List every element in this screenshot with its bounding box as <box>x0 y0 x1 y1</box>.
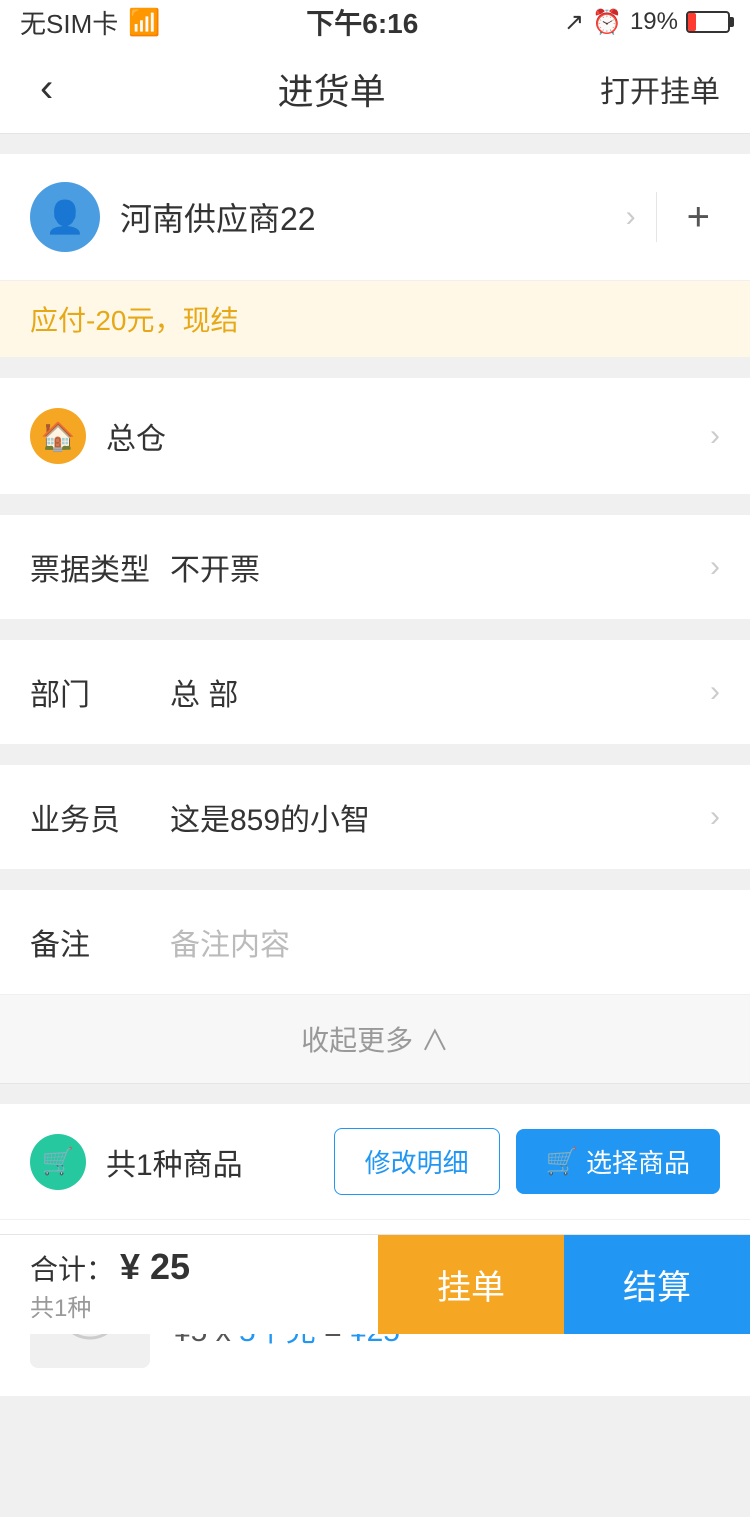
avatar-icon: 👤 <box>45 198 85 236</box>
supplier-row[interactable]: 👤 河南供应商22 › + <box>0 154 750 281</box>
select-product-label: 选择商品 <box>586 1143 690 1180</box>
status-left: 无SIM卡 📶 <box>20 4 161 41</box>
supplier-section: 👤 河南供应商22 › + 应付-20元，现结 <box>0 154 750 358</box>
products-count: 共1种商品 <box>106 1140 334 1184</box>
bottom-spacer <box>0 1397 750 1517</box>
total-label: 合计： <box>30 1248 114 1288</box>
warehouse-row[interactable]: 🏠 总仓 › <box>0 378 750 495</box>
gap-1 <box>0 134 750 154</box>
checkout-button[interactable]: 结算 <box>564 1235 750 1334</box>
alarm-icon: ⏰ <box>592 8 622 37</box>
salesperson-section: 业务员 这是859的小智 › <box>0 765 750 870</box>
total-amount: ¥ 25 <box>120 1246 190 1288</box>
department-section: 部门 总 部 › <box>0 640 750 745</box>
suspend-button[interactable]: 挂单 <box>378 1235 564 1334</box>
battery-percent: 19% <box>630 8 678 36</box>
supplier-name: 河南供应商22 <box>120 194 626 240</box>
gap-7 <box>0 1084 750 1104</box>
open-pending-button[interactable]: 打开挂单 <box>600 67 720 111</box>
invoice-value: 不开票 <box>170 545 710 589</box>
department-label: 部门 <box>30 670 170 714</box>
collapse-button[interactable]: 收起更多 ∧ <box>0 995 750 1084</box>
divider <box>656 192 657 242</box>
gap-5 <box>0 745 750 765</box>
products-icon: 🛒 <box>30 1134 86 1190</box>
back-button[interactable]: ‹ <box>30 56 63 121</box>
total-sub: 共1种 <box>30 1288 348 1323</box>
gap-6 <box>0 870 750 890</box>
gap-4 <box>0 620 750 640</box>
page-title: 进货单 <box>278 63 386 115</box>
remark-row[interactable]: 备注 备注内容 <box>0 890 750 995</box>
status-bar: 无SIM卡 📶 下午6:16 ↗ ⏰ 19% <box>0 0 750 44</box>
status-right: ↗ ⏰ 19% <box>564 8 730 37</box>
carrier-label: 无SIM卡 <box>20 4 118 41</box>
select-product-button[interactable]: 🛒 选择商品 <box>516 1129 720 1194</box>
department-chevron-icon: › <box>710 675 720 709</box>
warehouse-value: 总仓 <box>106 414 710 458</box>
status-time: 下午6:16 <box>306 2 418 42</box>
salesperson-value: 这是859的小智 <box>170 795 710 839</box>
select-product-icon: 🛒 <box>546 1146 578 1177</box>
salesperson-row[interactable]: 业务员 这是859的小智 › <box>0 765 750 870</box>
salesperson-chevron-icon: › <box>710 800 720 834</box>
invoice-label: 票据类型 <box>30 545 170 589</box>
salesperson-label: 业务员 <box>30 795 170 839</box>
invoice-chevron-icon: › <box>710 550 720 584</box>
supplier-chevron-icon: › <box>626 200 636 234</box>
battery-icon <box>686 11 730 33</box>
nav-bar: ‹ 进货单 打开挂单 <box>0 44 750 134</box>
warehouse-section: 🏠 总仓 › <box>0 378 750 495</box>
bottom-bar: 合计： ¥ 25 共1种 挂单 结算 <box>0 1234 750 1334</box>
gap-3 <box>0 495 750 515</box>
warehouse-icon: 🏠 <box>30 408 86 464</box>
invoice-row[interactable]: 票据类型 不开票 › <box>0 515 750 620</box>
remark-input[interactable]: 备注内容 <box>170 920 720 964</box>
department-row[interactable]: 部门 总 部 › <box>0 640 750 745</box>
remark-section: 备注 备注内容 <box>0 890 750 995</box>
edit-detail-button[interactable]: 修改明细 <box>334 1128 500 1195</box>
collapse-label: 收起更多 ∧ <box>301 1019 449 1059</box>
gap-2 <box>0 358 750 378</box>
department-value: 总 部 <box>170 670 710 714</box>
location-icon: ↗ <box>564 8 584 37</box>
add-button[interactable]: + <box>677 195 720 240</box>
remark-label: 备注 <box>30 920 170 964</box>
warehouse-chevron-icon: › <box>710 419 720 453</box>
warning-banner: 应付-20元，现结 <box>0 281 750 358</box>
products-header: 🛒 共1种商品 修改明细 🛒 选择商品 <box>0 1104 750 1220</box>
total-section: 合计： ¥ 25 共1种 <box>0 1235 378 1334</box>
wifi-icon: 📶 <box>128 7 160 38</box>
supplier-avatar: 👤 <box>30 182 100 252</box>
invoice-section: 票据类型 不开票 › <box>0 515 750 620</box>
